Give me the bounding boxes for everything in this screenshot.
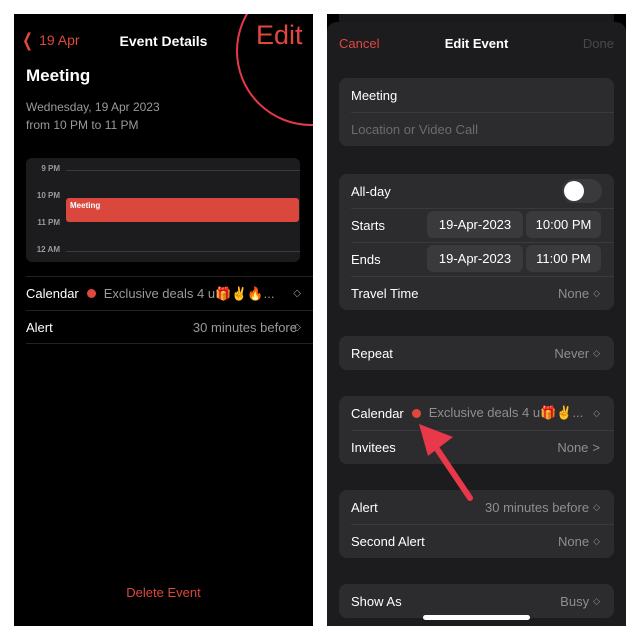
calendar-label: Calendar xyxy=(26,286,79,301)
event-date: Wednesday, 19 Apr 2023 from 10 PM to 11 … xyxy=(26,98,160,134)
calendar-event-block[interactable]: Meeting xyxy=(66,198,299,222)
alert-value: 30 minutes before xyxy=(192,319,297,335)
updown-chevron-icon: ◇ xyxy=(293,321,301,333)
edit-event-screen: Cancel Edit Event Done Meeting Location … xyxy=(327,14,626,626)
hour-line xyxy=(66,170,300,171)
event-date-line: Wednesday, 19 Apr 2023 xyxy=(26,100,160,114)
calendar-value: Exclusive deals 4 u🎁✌️🔥... xyxy=(103,285,275,301)
event-time-line: from 10 PM to 11 PM xyxy=(26,118,139,132)
home-indicator[interactable] xyxy=(423,615,530,620)
hour-row: 12 AM xyxy=(26,245,300,257)
hour-row: 9 PM xyxy=(26,164,300,176)
updown-chevron-icon: ◇ xyxy=(293,288,301,299)
alert-label: Alert xyxy=(26,319,53,335)
event-title: Meeting xyxy=(26,66,91,85)
event-details-screen: ❮ 19 Apr Event Details Edit Meeting Wedn… xyxy=(14,14,313,626)
annotation-arrow-icon xyxy=(419,424,473,501)
calendar-row[interactable]: Calendar Exclusive deals 4 u🎁✌️🔥... ◇ xyxy=(26,276,313,310)
hour-label: 11 PM xyxy=(37,218,60,227)
hour-label: 10 PM xyxy=(36,191,60,200)
mini-calendar: 9 PM 10 PM 11 PM 12 AM Meeting xyxy=(26,158,300,262)
hour-line xyxy=(66,251,300,252)
calendar-color-dot xyxy=(86,289,96,298)
hour-label: 12 AM xyxy=(36,245,60,254)
delete-event-button[interactable]: Delete Event xyxy=(14,585,313,600)
edit-button[interactable]: Edit xyxy=(256,20,303,51)
alert-row[interactable]: Alert 30 minutes before ◇ xyxy=(26,310,313,344)
hour-label: 9 PM xyxy=(41,164,60,173)
